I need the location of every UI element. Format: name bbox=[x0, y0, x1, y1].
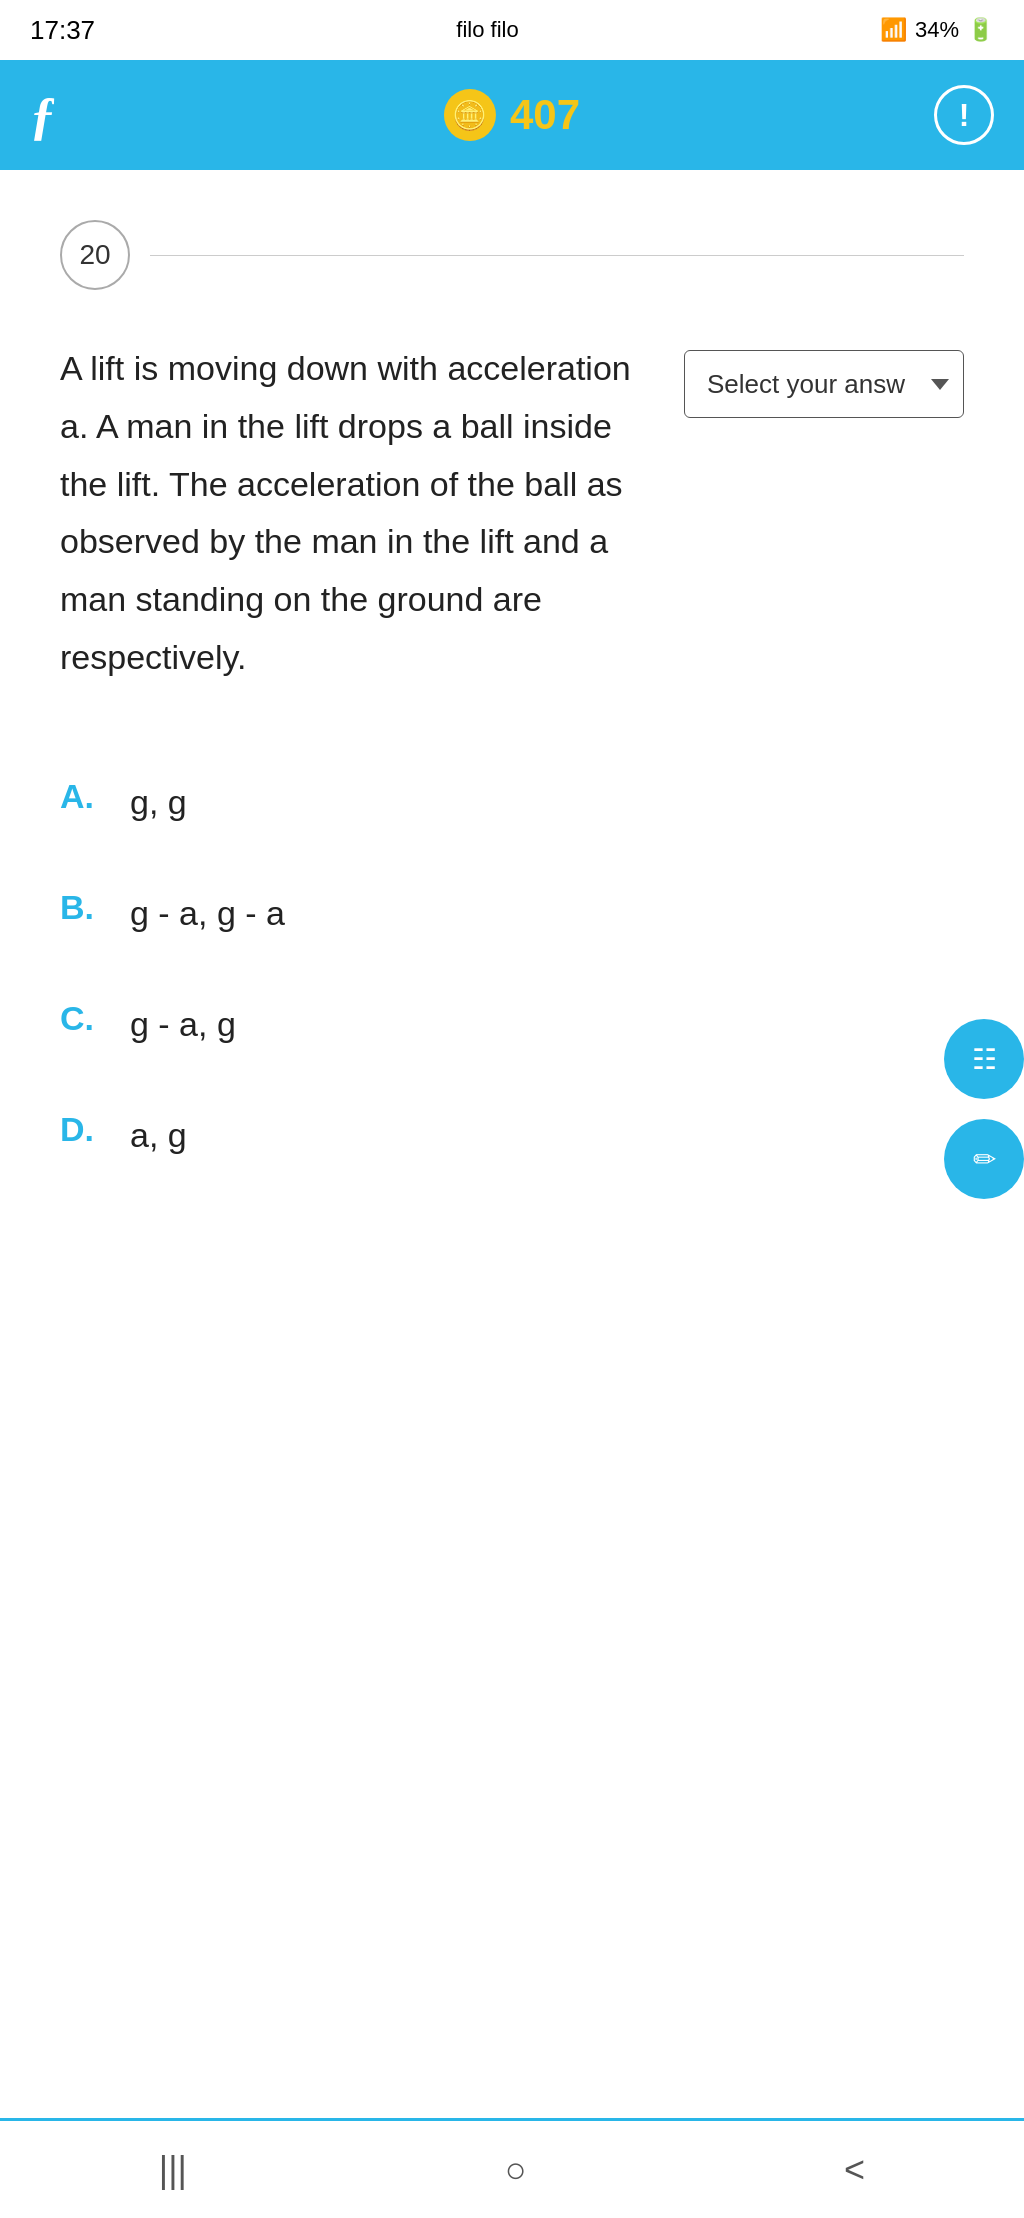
answer-select-block[interactable]: Select your answ A. g, g B. g - a, g - a… bbox=[684, 350, 964, 687]
option-a-text: g, g bbox=[130, 777, 187, 828]
header-bar: ƒ 🪙 407 ! bbox=[0, 60, 1024, 170]
status-time: 17:37 bbox=[30, 15, 95, 46]
fab-container: ☷ ✏ bbox=[944, 1019, 1024, 1199]
option-a-label: A. bbox=[60, 777, 110, 816]
notes-icon: ☷ bbox=[972, 1043, 997, 1076]
question-number-row: 20 bbox=[60, 220, 964, 290]
option-d[interactable]: D. a, g bbox=[60, 1080, 964, 1191]
wifi-icon: 📶 bbox=[880, 17, 907, 43]
info-icon: ! bbox=[959, 97, 970, 134]
status-bar: 17:37 filo filo 📶 34% 🔋 bbox=[0, 0, 1024, 60]
info-button[interactable]: ! bbox=[934, 85, 994, 145]
coin-icon: 🪙 bbox=[444, 89, 496, 141]
edit-fab-button[interactable]: ✏ bbox=[944, 1119, 1024, 1199]
question-number: 20 bbox=[60, 220, 130, 290]
edit-icon: ✏ bbox=[973, 1143, 996, 1176]
home-nav-button[interactable]: ○ bbox=[465, 2139, 567, 2201]
question-divider bbox=[150, 255, 964, 256]
back-icon: < bbox=[844, 2149, 865, 2191]
coin-emoji: 🪙 bbox=[452, 99, 487, 132]
app-logo: ƒ bbox=[30, 86, 56, 145]
menu-icon: ||| bbox=[159, 2149, 187, 2191]
status-icons: 📶 34% 🔋 bbox=[880, 17, 994, 43]
question-text: A lift is moving down with acceleration … bbox=[60, 340, 644, 687]
notes-fab-button[interactable]: ☷ bbox=[944, 1019, 1024, 1099]
battery-level: 34% bbox=[915, 17, 959, 43]
bottom-navigation: ||| ○ < bbox=[0, 2118, 1024, 2218]
question-area: A lift is moving down with acceleration … bbox=[60, 340, 964, 687]
option-c-label: C. bbox=[60, 999, 110, 1038]
options-list: A. g, g B. g - a, g - a C. g - a, g D. a… bbox=[60, 747, 964, 1191]
option-c[interactable]: C. g - a, g bbox=[60, 969, 964, 1080]
option-d-text: a, g bbox=[130, 1110, 187, 1161]
option-a[interactable]: A. g, g bbox=[60, 747, 964, 858]
bottom-spacer bbox=[60, 1191, 964, 1311]
home-icon: ○ bbox=[505, 2149, 527, 2191]
main-content: 20 A lift is moving down with accelerati… bbox=[0, 170, 1024, 2070]
back-nav-button[interactable]: < bbox=[804, 2139, 905, 2201]
option-b-text: g - a, g - a bbox=[130, 888, 285, 939]
battery-icon: 🔋 bbox=[967, 17, 994, 43]
coin-display: 🪙 407 bbox=[444, 89, 580, 141]
option-b[interactable]: B. g - a, g - a bbox=[60, 858, 964, 969]
coin-count: 407 bbox=[510, 91, 580, 139]
question-text-block: A lift is moving down with acceleration … bbox=[60, 340, 644, 687]
status-carrier: filo filo bbox=[456, 17, 518, 43]
option-c-text: g - a, g bbox=[130, 999, 236, 1050]
answer-select[interactable]: Select your answ A. g, g B. g - a, g - a… bbox=[684, 350, 964, 418]
menu-nav-button[interactable]: ||| bbox=[119, 2139, 227, 2201]
option-b-label: B. bbox=[60, 888, 110, 927]
option-d-label: D. bbox=[60, 1110, 110, 1149]
